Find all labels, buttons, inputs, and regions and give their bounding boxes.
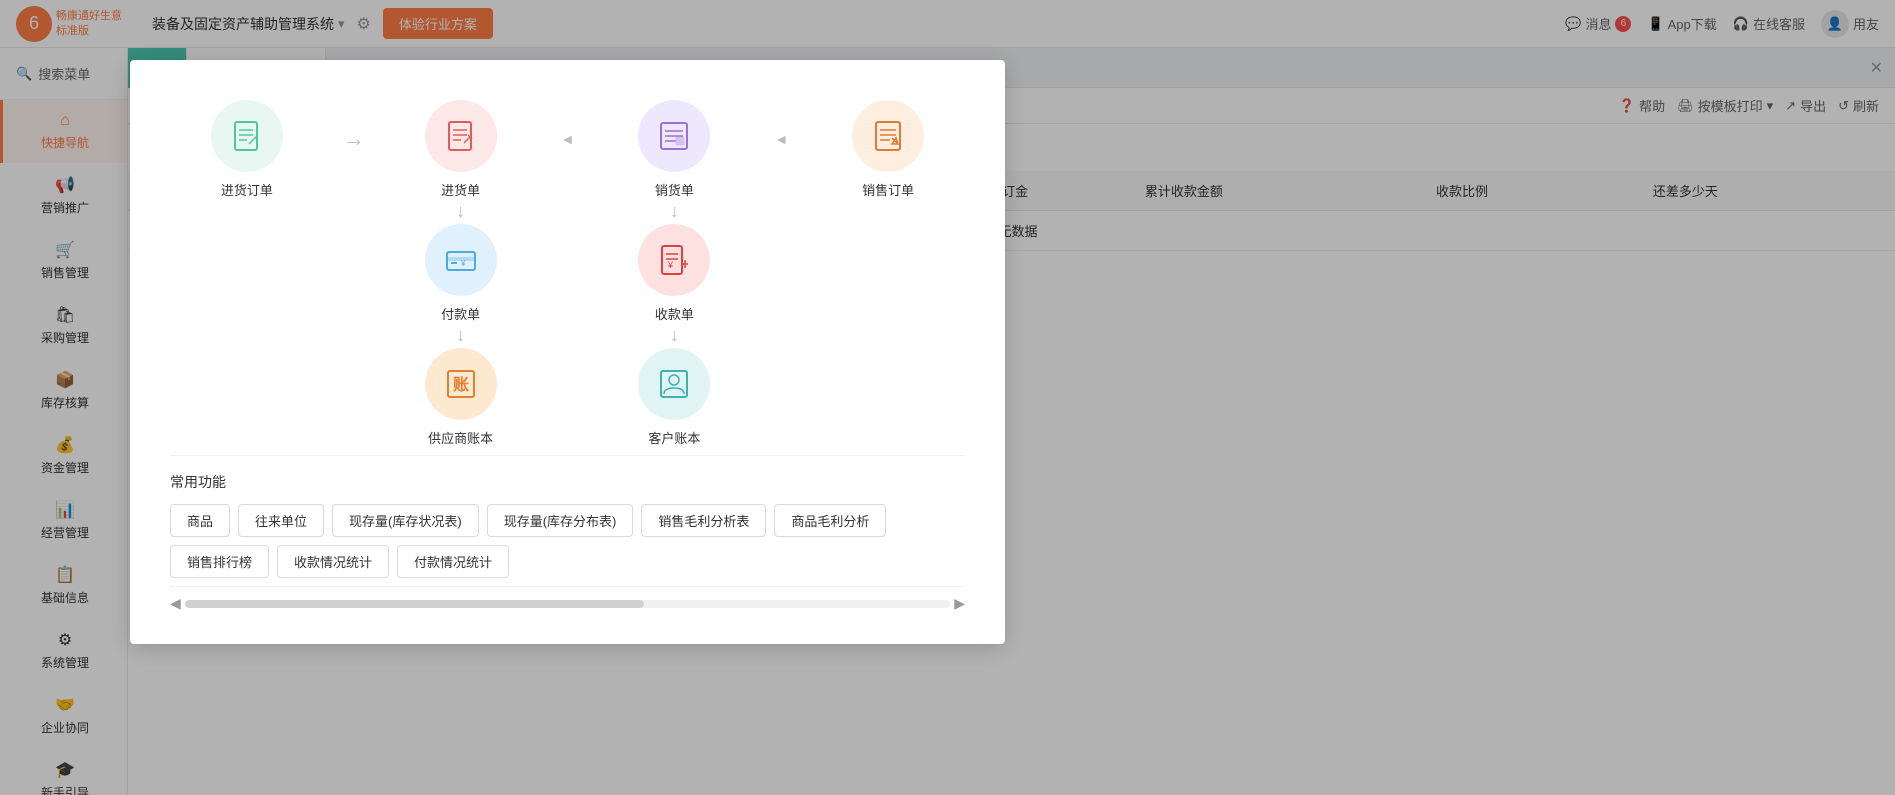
sales-icon (656, 118, 692, 154)
func-btn-sales-profit[interactable]: 销售毛利分析表 (641, 504, 766, 537)
func-btn-stock-status[interactable]: 现存量(库存状况表) (332, 504, 479, 537)
purchase-order-icon (229, 118, 265, 154)
sales-order-circle (852, 100, 924, 172)
down-arrow-4: ↓ (670, 325, 679, 346)
payment-icon: ¥ (443, 242, 479, 278)
customer-account-label: 客户账本 (648, 428, 700, 447)
purchase-order-label: 进货订单 (221, 180, 273, 199)
flow-node-supplier-account[interactable]: 账 供应商账本 (425, 348, 497, 447)
receipt-icon: ¥ (656, 242, 692, 278)
sales-order-label: 销售订单 (862, 180, 914, 199)
payment-circle: ¥ (425, 224, 497, 296)
sales-circle (638, 100, 710, 172)
flow-node-purchase-order[interactable]: 进货订单 (211, 100, 283, 199)
func-btn-sales-rank[interactable]: 销售排行榜 (170, 545, 269, 578)
flow-node-sales-order[interactable]: 销售订单 (852, 100, 924, 199)
func-btn-stock-dist[interactable]: 现存量(库存分布表) (487, 504, 634, 537)
modal-overlay[interactable]: 进货订单 → 进货单 (0, 0, 1895, 795)
flow-node-purchase[interactable]: 进货单 (425, 100, 497, 199)
common-functions-title: 常用功能 (170, 472, 965, 492)
modal-body: 进货订单 → 进货单 (130, 60, 1005, 644)
customer-account-icon (656, 366, 692, 402)
payment-label: 付款单 (441, 304, 480, 323)
svg-text:¥: ¥ (667, 260, 674, 270)
arrow-h1: → (343, 126, 365, 174)
func-btn-receipt-stats[interactable]: 收款情况统计 (277, 545, 389, 578)
func-btn-payment-stats[interactable]: 付款情况统计 (397, 545, 509, 578)
supplier-account-circle: 账 (425, 348, 497, 420)
purchase-label: 进货单 (441, 180, 480, 199)
func-btn-product-profit[interactable]: 商品毛利分析 (774, 504, 886, 537)
purchase-icon (443, 118, 479, 154)
arrow-h3: ◄ (774, 131, 788, 169)
down-arrow-1: ↓ (456, 201, 465, 222)
svg-text:账: 账 (453, 376, 469, 394)
quick-nav-modal: 进货订单 → 进货单 (130, 60, 1005, 644)
receipt-circle: ¥ (638, 224, 710, 296)
flow-node-receipt[interactable]: ¥ 收款单 (638, 224, 710, 323)
func-btn-partner[interactable]: 往来单位 (238, 504, 324, 537)
purchase-circle (425, 100, 497, 172)
btn-group-row1: 商品 往来单位 现存量(库存状况表) 现存量(库存分布表) 销售毛利分析表 商品… (170, 504, 965, 537)
receipt-label: 收款单 (655, 304, 694, 323)
svg-text:¥: ¥ (460, 259, 466, 268)
btn-group-row2: 销售排行榜 收款情况统计 付款情况统计 (170, 545, 965, 578)
scroll-left-arrow[interactable]: ◀ (170, 595, 181, 612)
scroll-right-arrow[interactable]: ▶ (954, 595, 965, 612)
flow-diagram: 进货订单 → 进货单 (170, 92, 965, 455)
sales-label: 销货单 (655, 180, 694, 199)
scroll-track[interactable] (185, 600, 950, 608)
func-btn-product[interactable]: 商品 (170, 504, 230, 537)
flow-node-payment[interactable]: ¥ 付款单 (425, 224, 497, 323)
supplier-account-label: 供应商账本 (428, 428, 493, 447)
scroll-bar-area: ◀ ▶ (170, 586, 965, 620)
flow-node-customer-account[interactable]: 客户账本 (638, 348, 710, 447)
supplier-account-icon: 账 (443, 366, 479, 402)
customer-account-circle (638, 348, 710, 420)
sales-order-icon (870, 118, 906, 154)
purchase-order-circle (211, 100, 283, 172)
flow-node-sales[interactable]: 销货单 (638, 100, 710, 199)
scroll-thumb (185, 600, 644, 608)
down-arrow-3: ↓ (456, 325, 465, 346)
common-functions: 常用功能 商品 往来单位 现存量(库存状况表) 现存量(库存分布表) 销售毛利分… (170, 455, 965, 578)
dashed-arrow-h2: ◄ (561, 131, 575, 169)
down-arrow-2: ↓ (670, 201, 679, 222)
